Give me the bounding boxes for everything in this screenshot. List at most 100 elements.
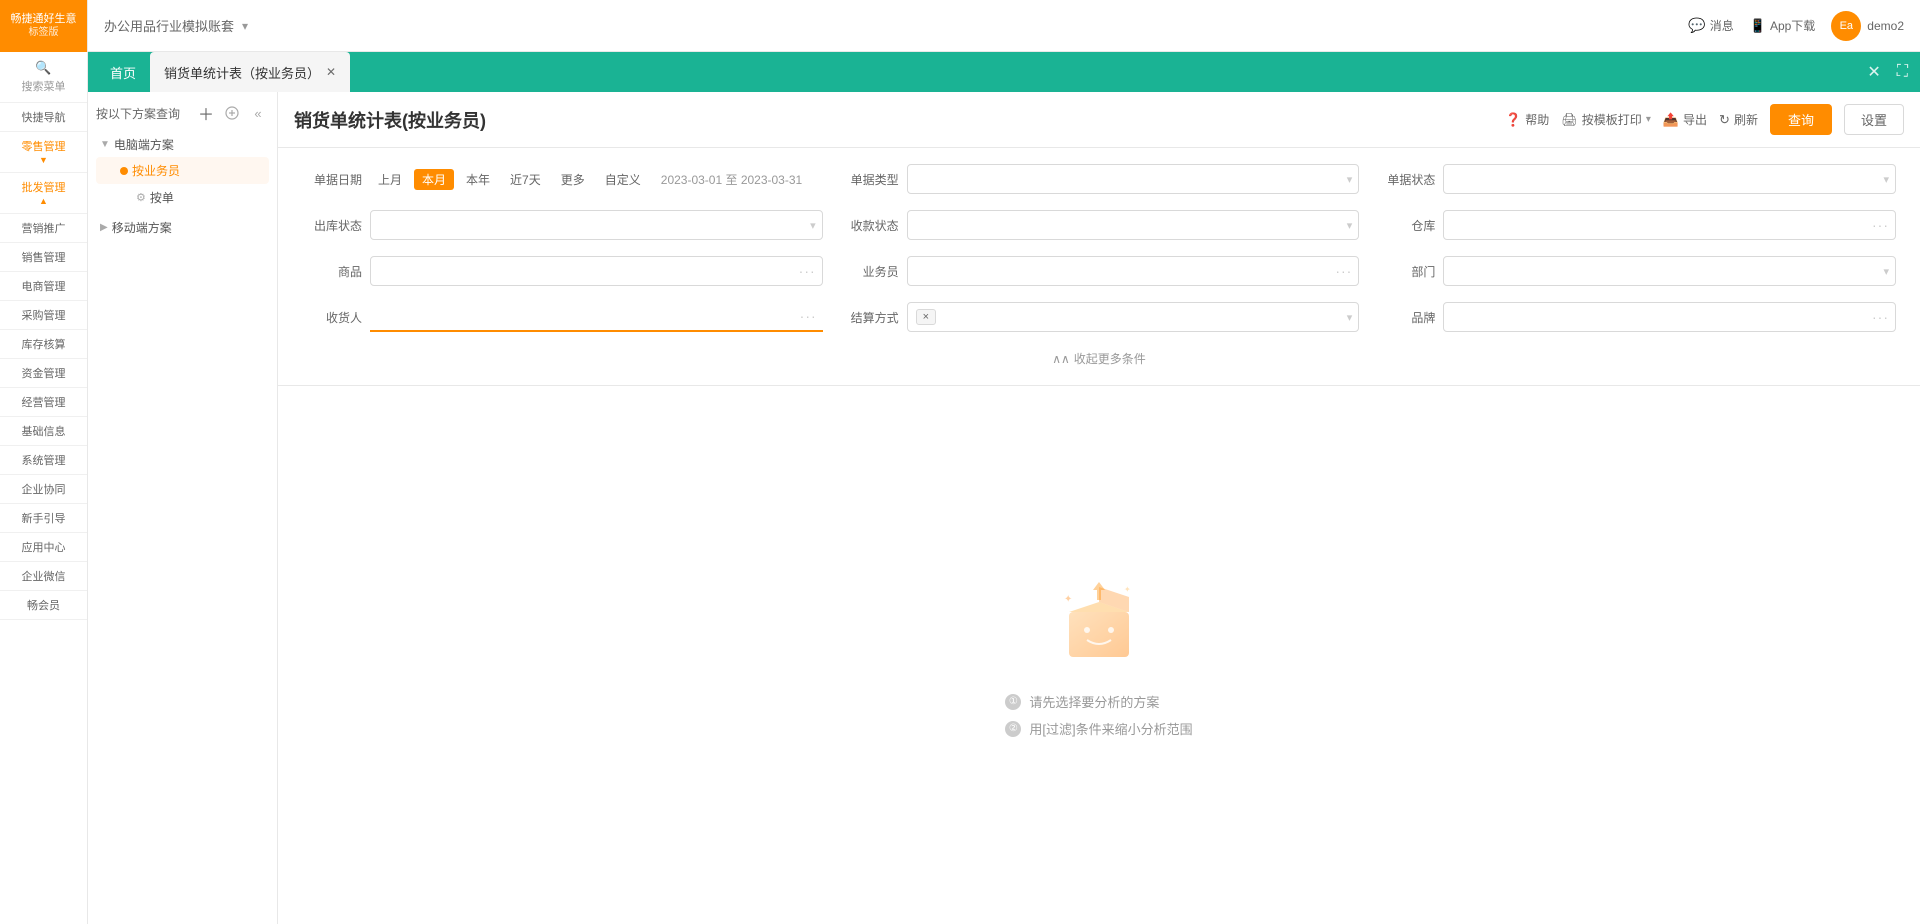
retail-expand-icon: ▼	[39, 155, 48, 165]
docstatus-input[interactable]: ▾	[1443, 164, 1896, 194]
sidebar-item-member[interactable]: 畅会员	[0, 591, 87, 620]
collapse-filters-btn[interactable]: ∧∧ 收起更多条件	[294, 344, 1904, 373]
add-scheme-btn[interactable]: ＋	[195, 102, 217, 124]
query-btn[interactable]: 查询	[1770, 104, 1832, 135]
tab-close-icon[interactable]: ✕	[326, 65, 336, 79]
tree-child-order-label: 按单	[150, 189, 174, 206]
help-icon: ❓	[1505, 112, 1521, 128]
tab-sales-stats[interactable]: 销货单统计表（按业务员） ✕	[150, 52, 350, 92]
receiptstatus-input[interactable]: ▾	[907, 210, 1360, 240]
brand-label: 品牌	[1375, 309, 1435, 326]
sidebar-item-basic[interactable]: 基础信息	[0, 417, 87, 446]
date-tab-more[interactable]: 更多	[553, 169, 593, 190]
filter-row-3: 商品 ··· 业务员 ··· 部门 ▾	[294, 252, 1904, 290]
filter-department-cell: 部门 ▾	[1367, 252, 1904, 290]
workspace-label: 办公用品行业模拟账套	[104, 16, 234, 35]
right-panel: 销货单统计表(按业务员) ❓ 帮助 🖨 按模板打印 ▾ 📤 导出	[278, 92, 1920, 924]
refresh-btn[interactable]: ↻ 刷新	[1719, 111, 1758, 128]
filter-goods-cell: 商品 ···	[294, 252, 831, 290]
filter-row-2: 出库状态 ▾ 收款状态 ▾ 仓库 ···	[294, 206, 1904, 244]
consignee-label: 收货人	[302, 309, 362, 326]
sidebar-item-appstore[interactable]: 应用中心	[0, 533, 87, 562]
svg-text:✦: ✦	[1064, 594, 1072, 605]
workspace-selector[interactable]: 办公用品行业模拟账套 ▾	[104, 16, 248, 35]
sidebar-item-system[interactable]: 系统管理	[0, 446, 87, 475]
active-indicator	[120, 167, 128, 175]
app-download-btn[interactable]: 📱 App下载	[1750, 17, 1816, 34]
settlement-tag-x[interactable]: ×	[923, 311, 929, 323]
sidebar-item-quicknav[interactable]: 快捷导航	[0, 103, 87, 132]
sidebar-item-finance[interactable]: 资金管理	[0, 359, 87, 388]
sidebar-item-marketing[interactable]: 营销推广	[0, 214, 87, 243]
tree-parent-pc[interactable]: ▼ 电脑端方案	[96, 132, 269, 157]
receiptstatus-arrow-icon: ▾	[1347, 219, 1353, 232]
tree-parent-mobile[interactable]: ▶ 移动端方案	[96, 215, 269, 240]
settings-btn[interactable]: 设置	[1844, 104, 1904, 135]
tree-child-by-order[interactable]: ⚙ 按单	[96, 184, 269, 211]
doctype-arrow-icon: ▾	[1347, 173, 1353, 186]
app-logo[interactable]: 畅捷通好生意 标签版	[0, 0, 87, 52]
settlement-input[interactable]: × ▾	[907, 302, 1360, 332]
settlement-label: 结算方式	[839, 309, 899, 326]
tree-child-salesperson-label: 按业务员	[132, 162, 180, 179]
filter-receiptstatus-cell: 收款状态 ▾	[831, 206, 1368, 244]
print-btn[interactable]: 🖨 按模板打印 ▾	[1561, 111, 1651, 128]
salesperson-input[interactable]: ···	[907, 256, 1360, 286]
goods-label: 商品	[302, 263, 362, 280]
sidebar-item-wechat[interactable]: 企业微信	[0, 562, 87, 591]
help-btn[interactable]: ❓ 帮助	[1505, 111, 1549, 128]
sidebar-item-sales[interactable]: 销售管理	[0, 243, 87, 272]
salesperson-label: 业务员	[839, 263, 899, 280]
sales-stats-tab-label: 销货单统计表（按业务员）	[164, 63, 320, 82]
filter-brand-cell: 品牌 ···	[1367, 298, 1904, 336]
user-profile[interactable]: Ea demo2	[1831, 11, 1904, 41]
sidebar-item-inventory[interactable]: 库存核算	[0, 330, 87, 359]
consignee-input[interactable]: ···	[370, 302, 823, 332]
department-label: 部门	[1375, 263, 1435, 280]
sidebar-item-retail[interactable]: 零售管理 ▼	[0, 132, 87, 173]
tree-child-salesperson[interactable]: 按业务员	[96, 157, 269, 184]
sidebar-item-operations[interactable]: 经营管理	[0, 388, 87, 417]
filter-consignee-cell: 收货人 ···	[294, 298, 831, 336]
date-tab-last7[interactable]: 近7天	[502, 169, 549, 190]
date-tab-last-month[interactable]: 上月	[370, 169, 410, 190]
collapse-panel-btn[interactable]: «	[247, 102, 269, 124]
sidebar-item-cooperation[interactable]: 企业协同	[0, 475, 87, 504]
outstatus-input[interactable]: ▾	[370, 210, 823, 240]
sidebar-item-newcomer[interactable]: 新手引导	[0, 504, 87, 533]
warehouse-dots-icon: ···	[1872, 217, 1889, 233]
search-menu[interactable]: 🔍 搜索菜单	[0, 52, 87, 103]
doctype-input[interactable]: ▾	[907, 164, 1360, 194]
filter-row-1: 单据日期 上月 本月 本年 近7天 更多 自定义 2023-03-01 至 20…	[294, 160, 1904, 198]
tree-mobile-expand-icon: ▶	[100, 222, 108, 233]
left-panel-title: 按以下方案查询	[96, 105, 180, 122]
department-input[interactable]: ▾	[1443, 256, 1896, 286]
date-tab-this-month[interactable]: 本月	[414, 169, 454, 190]
docstatus-label: 单据状态	[1375, 171, 1435, 188]
empty-tip-1: ① 请先选择要分析的方案	[1005, 692, 1192, 711]
date-tab-custom[interactable]: 自定义	[597, 169, 649, 190]
export-btn[interactable]: 📤 导出	[1663, 111, 1707, 128]
filter-warehouse-cell: 仓库 ···	[1367, 206, 1904, 244]
brand-input[interactable]: ···	[1443, 302, 1896, 332]
salesperson-dots-icon: ···	[1335, 263, 1352, 279]
date-tab-this-year[interactable]: 本年	[458, 169, 498, 190]
top-bar: 办公用品行业模拟账套 ▾ 💬 消息 📱 App下载 Ea demo2	[88, 0, 1920, 52]
edit-scheme-btn[interactable]	[221, 102, 243, 124]
expand-btn[interactable]: ⛶	[1893, 61, 1912, 83]
page-header: 销货单统计表(按业务员) ❓ 帮助 🖨 按模板打印 ▾ 📤 导出	[278, 92, 1920, 148]
date-range: 2023-03-01 至 2023-03-31	[661, 171, 802, 188]
tab-home[interactable]: 首页	[96, 52, 150, 92]
empty-illustration: ✦ ✦	[1049, 572, 1149, 672]
filter-docstatus-cell: 单据状态 ▾	[1367, 160, 1904, 198]
message-btn[interactable]: 💬 消息	[1688, 17, 1733, 34]
warehouse-input[interactable]: ···	[1443, 210, 1896, 240]
sidebar-item-wholesale[interactable]: 批发管理 ▲	[0, 173, 87, 214]
goods-input[interactable]: ···	[370, 256, 823, 286]
tab-bar-controls: ✕ ⛶	[1863, 60, 1912, 84]
sidebar-item-ecommerce[interactable]: 电商管理	[0, 272, 87, 301]
home-tab-label: 首页	[110, 63, 136, 82]
close-tab-btn[interactable]: ✕	[1863, 60, 1884, 84]
left-panel-actions: ＋ «	[195, 102, 269, 124]
sidebar-item-purchase[interactable]: 采购管理	[0, 301, 87, 330]
